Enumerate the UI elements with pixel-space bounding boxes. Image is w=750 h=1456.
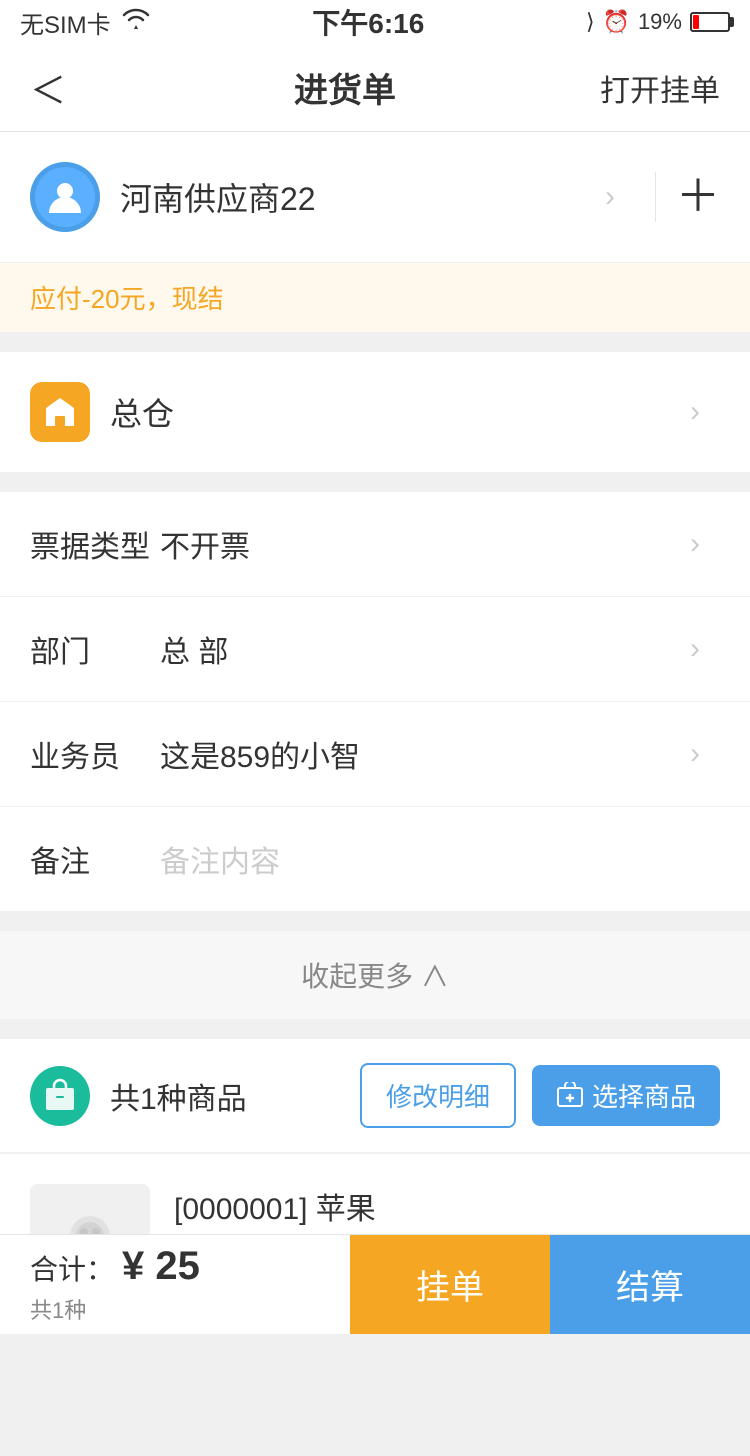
select-product-label: 选择商品 (592, 1077, 696, 1114)
remark-value[interactable]: 备注内容 (160, 837, 720, 881)
supplier-chevron-icon: › (605, 180, 615, 214)
salesperson-chevron-icon: › (690, 737, 700, 771)
total-label: 合计： (30, 1248, 114, 1288)
hold-button[interactable]: 挂单 (350, 1235, 550, 1334)
open-hold-button[interactable]: 打开挂单 (600, 66, 720, 110)
back-button[interactable]: ＜ (30, 62, 90, 114)
bottom-bar: 合计： ¥ 25 共1种 挂单 结算 (0, 1234, 750, 1334)
department-value: 总 部 (160, 627, 690, 671)
carrier-text: 无SIM卡 (20, 5, 111, 40)
salesperson-value: 这是859的小智 (160, 732, 690, 776)
select-product-button[interactable]: 选择商品 (532, 1065, 720, 1126)
department-row[interactable]: 部门 总 部 › (0, 597, 750, 702)
battery-icon (690, 12, 730, 32)
warehouse-chevron-icon: › (690, 395, 700, 429)
total-section: 合计： ¥ 25 共1种 (0, 1235, 350, 1334)
supplier-notice: 应付-20元，现结 (0, 263, 750, 332)
department-chevron-icon: › (690, 632, 700, 666)
remark-row[interactable]: 备注 备注内容 (0, 807, 750, 911)
remark-label: 备注 (30, 837, 160, 881)
ticket-type-row[interactable]: 票据类型 不开票 › (0, 492, 750, 597)
pay-button[interactable]: 结算 (550, 1235, 750, 1334)
salesperson-label: 业务员 (30, 732, 160, 776)
ticket-type-chevron-icon: › (690, 527, 700, 561)
total-amount: ¥ 25 (122, 1244, 200, 1289)
battery-text: 19% (638, 9, 682, 35)
nav-bar: ＜ 进货单 打开挂单 (0, 44, 750, 132)
wifi-icon (121, 7, 151, 38)
supplier-avatar (30, 162, 100, 232)
status-bar: 无SIM卡 下午6:16 ⟩ ⏰ 19% (0, 0, 750, 44)
vertical-divider (655, 172, 656, 222)
warehouse-row[interactable]: 总仓 › (0, 352, 750, 472)
alarm-icon: ⏰ (603, 9, 630, 35)
warehouse-icon (30, 382, 90, 442)
supplier-row: 河南供应商22 › ＋ (0, 132, 750, 263)
hold-label: 挂单 (416, 1260, 484, 1309)
product-name: [0000001] 苹果 (174, 1184, 678, 1228)
warehouse-section: 总仓 › (0, 352, 750, 472)
status-right: ⟩ ⏰ 19% (586, 9, 730, 35)
add-supplier-button[interactable]: ＋ (676, 175, 720, 219)
edit-detail-button[interactable]: 修改明细 (360, 1063, 516, 1128)
products-count: 共1种商品 (110, 1074, 360, 1118)
page-title: 进货单 (294, 63, 396, 112)
products-icon (30, 1066, 90, 1126)
status-left: 无SIM卡 (20, 5, 151, 40)
warehouse-name: 总仓 (110, 389, 690, 435)
department-label: 部门 (30, 627, 160, 671)
products-header: 共1种商品 修改明细 选择商品 (0, 1039, 750, 1152)
total-main: 合计： ¥ 25 (30, 1244, 320, 1289)
supplier-name[interactable]: 河南供应商22 (120, 174, 605, 220)
collapse-label: 收起更多 ∧ (301, 955, 449, 995)
pay-label: 结算 (616, 1260, 684, 1309)
location-icon: ⟩ (586, 9, 595, 35)
ticket-type-value: 不开票 (160, 522, 690, 566)
total-sub: 共1种 (30, 1293, 320, 1325)
supplier-section: 河南供应商22 › ＋ 应付-20元，现结 (0, 132, 750, 332)
form-section: 票据类型 不开票 › 部门 总 部 › 业务员 这是859的小智 › 备注 备注… (0, 492, 750, 911)
ticket-type-label: 票据类型 (30, 522, 160, 566)
status-time: 下午6:16 (312, 2, 424, 42)
collapse-button[interactable]: 收起更多 ∧ (0, 931, 750, 1019)
salesperson-row[interactable]: 业务员 这是859的小智 › (0, 702, 750, 807)
